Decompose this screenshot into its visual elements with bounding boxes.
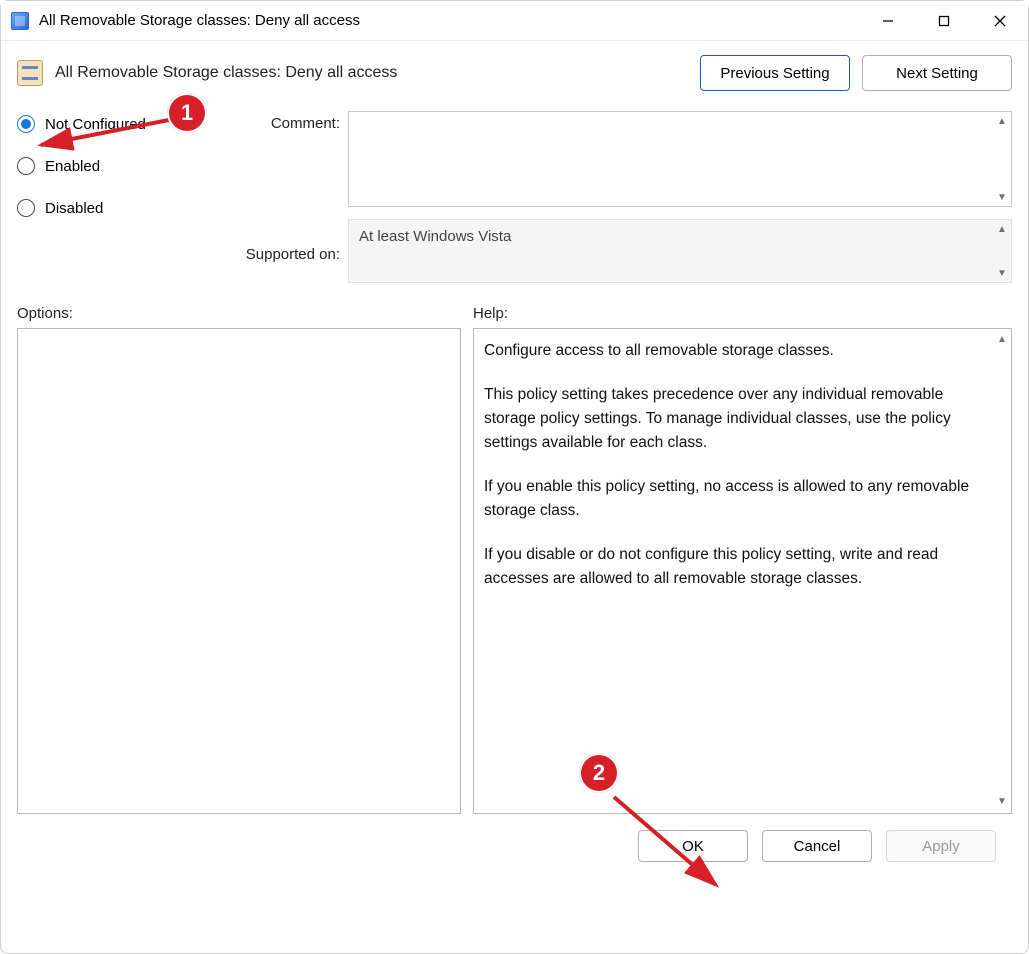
window-title: All Removable Storage classes: Deny all …	[39, 12, 360, 29]
maximize-button[interactable]	[916, 1, 972, 41]
radio-disabled[interactable]: Disabled	[17, 199, 207, 217]
policy-title: All Removable Storage classes: Deny all …	[55, 64, 397, 82]
titlebar: All Removable Storage classes: Deny all …	[1, 1, 1028, 41]
annotation-badge-1: 1	[167, 93, 207, 133]
help-paragraph: If you disable or do not configure this …	[484, 543, 985, 591]
supported-on-value: At least Windows Vista	[359, 228, 511, 245]
scroll-down-icon[interactable]: ▼	[995, 795, 1009, 809]
help-section-label: Help:	[473, 305, 508, 322]
supported-on-box: At least Windows Vista ▲ ▼	[348, 219, 1012, 283]
app-icon	[11, 12, 29, 30]
cancel-button[interactable]: Cancel	[762, 830, 872, 862]
comment-label: Comment:	[215, 111, 340, 132]
scroll-down-icon[interactable]: ▼	[995, 190, 1009, 204]
window-controls	[860, 1, 1028, 41]
radio-label: Not Configured	[45, 116, 146, 133]
next-setting-button[interactable]: Next Setting	[862, 55, 1012, 91]
supported-on-label: Supported on:	[215, 228, 340, 263]
options-section-label: Options:	[17, 305, 473, 322]
scroll-up-icon: ▲	[995, 222, 1009, 236]
radio-label: Disabled	[45, 200, 103, 217]
scroll-up-icon[interactable]: ▲	[995, 333, 1009, 347]
radio-enabled[interactable]: Enabled	[17, 157, 207, 175]
radio-icon	[17, 115, 35, 133]
radio-icon	[17, 157, 35, 175]
annotation-badge-2: 2	[579, 753, 619, 793]
policy-icon	[17, 60, 43, 86]
scroll-up-icon[interactable]: ▲	[995, 114, 1009, 128]
ok-button[interactable]: OK	[638, 830, 748, 862]
options-panel	[17, 328, 461, 814]
help-panel: Configure access to all removable storag…	[473, 328, 1012, 814]
policy-header: All Removable Storage classes: Deny all …	[17, 55, 1012, 91]
radio-icon	[17, 199, 35, 217]
close-button[interactable]	[972, 1, 1028, 41]
help-paragraph: This policy setting takes precedence ove…	[484, 383, 985, 455]
help-paragraph: If you enable this policy setting, no ac…	[484, 475, 985, 523]
help-paragraph: Configure access to all removable storag…	[484, 339, 985, 363]
previous-setting-button[interactable]: Previous Setting	[700, 55, 850, 91]
dialog-footer: OK Cancel Apply	[17, 814, 1012, 862]
scroll-down-icon: ▼	[995, 266, 1009, 280]
radio-label: Enabled	[45, 158, 100, 175]
apply-button: Apply	[886, 830, 996, 862]
comment-textarea[interactable]: ▲ ▼	[348, 111, 1012, 207]
minimize-button[interactable]	[860, 1, 916, 41]
